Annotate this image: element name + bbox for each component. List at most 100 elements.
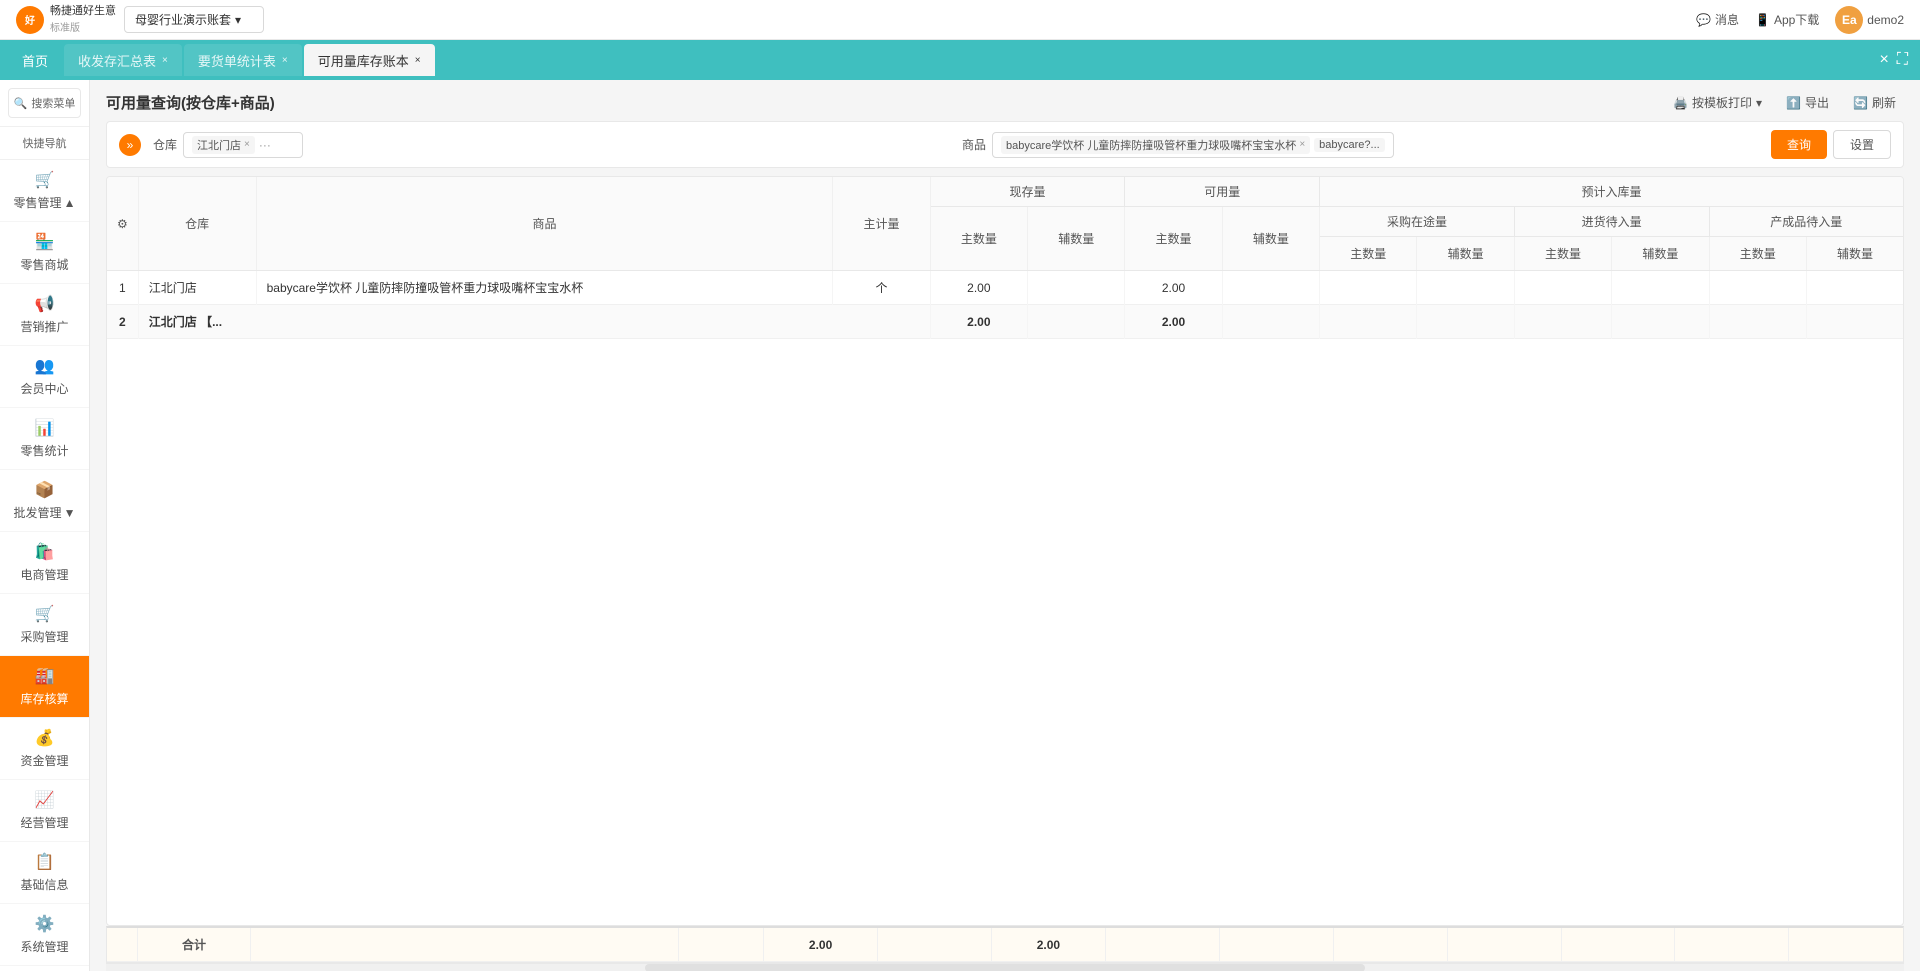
tab-available-close[interactable]: × (415, 55, 421, 66)
refresh-button[interactable]: 🔄 刷新 (1845, 90, 1904, 115)
sidebar-item-operations[interactable]: 📈 经营管理 (0, 780, 89, 842)
retail-mgmt-arrow: ▲ (64, 196, 76, 210)
subtotal-procurement-main (1320, 305, 1417, 339)
row-incoming-main (1514, 271, 1611, 305)
app-download-button[interactable]: 📱 App下载 (1755, 11, 1819, 28)
product-tag-1-close[interactable]: × (1299, 139, 1305, 150)
sidebar-item-retail-mgmt[interactable]: 🛒 零售管理 ▲ (0, 160, 89, 222)
sidebar-item-marketing[interactable]: 📢 营销推广 (0, 284, 89, 346)
product-tag-container[interactable]: babycare学饮杯 儿童防摔防撞吸管杯重力球吸嘴杯宝宝水杯 × babyca… (992, 132, 1394, 158)
filter-expand-button[interactable]: » (119, 134, 141, 156)
sidebar-item-ecommerce[interactable]: 🛍️ 电商管理 (0, 532, 89, 594)
content-header: 可用量查询(按仓库+商品) 🖨️ 按模板打印 ▾ ⬆️ 导出 🔄 刷新 (90, 80, 1920, 121)
sidebar-item-system[interactable]: ⚙️ 系统管理 (0, 904, 89, 966)
print-template-button[interactable]: 🖨️ 按模板打印 ▾ (1665, 90, 1770, 115)
search-menu-label: 搜索菜单 (31, 95, 75, 111)
industry-label: 母婴行业演示账套 (135, 11, 231, 28)
total-proc-main (1219, 928, 1333, 962)
product-tag-2: babycare?... (1314, 138, 1385, 152)
sidebar: 🔍 搜索菜单 快捷导航 🛒 零售管理 ▲ 🏪 零售商城 📢 营销推广 👥 会员中… (0, 80, 90, 971)
setting-button[interactable]: 设置 (1833, 130, 1891, 159)
subtotal-warehouse: 江北门店 【... (138, 305, 930, 339)
tab-home[interactable]: 首页 (8, 44, 62, 76)
tab-receive-close[interactable]: × (162, 55, 168, 66)
quick-nav-label: 快捷导航 (23, 138, 67, 150)
message-button[interactable]: 💬 消息 (1696, 11, 1739, 28)
expand-icon: » (127, 138, 134, 152)
tab-available[interactable]: 可用量库存账本 × (304, 44, 435, 76)
filter-actions: 查询 设置 (1771, 130, 1891, 159)
retail-store-label: 零售商城 (20, 256, 68, 273)
sidebar-item-retail-stats[interactable]: 📊 零售统计 (0, 408, 89, 470)
export-button[interactable]: ⬆️ 导出 (1778, 90, 1837, 115)
product-tag-1: babycare学饮杯 儿童防摔防撞吸管杯重力球吸嘴杯宝宝水杯 × (1001, 136, 1310, 154)
th-finished-main: 主数量 (1709, 237, 1806, 271)
total-fin-main (1675, 928, 1789, 962)
sidebar-item-batch-mgmt[interactable]: 📦 批发管理 ▼ (0, 470, 89, 532)
marketing-label: 营销推广 (20, 318, 68, 335)
row-finished-aux (1806, 271, 1903, 305)
tab-order-close[interactable]: × (282, 55, 288, 66)
basic-info-icon: 📋 (35, 852, 55, 872)
message-label: 消息 (1715, 11, 1739, 28)
th-current-main: 主数量 (930, 207, 1027, 271)
th-settings[interactable]: ⚙ (107, 177, 138, 271)
inventory-table: ⚙ 仓库 商品 主计量 现存量 可用量 预计入库量 主数量 辅数量 主数量 辅数… (107, 177, 1903, 339)
sidebar-item-inventory[interactable]: 🏭 库存核算 (0, 656, 89, 718)
th-procurement: 采购在途量 (1320, 207, 1515, 237)
user-area[interactable]: Ea demo2 (1835, 6, 1904, 34)
scroll-thumb[interactable] (645, 964, 1364, 971)
tab-receive-label: 收发存汇总表 (78, 51, 156, 70)
total-inc-main (1447, 928, 1561, 962)
nav-tabs: 首页 收发存汇总表 × 要货单统计表 × 可用量库存账本 × × ⛶ (0, 40, 1920, 80)
total-row: 合计 2.00 2.00 (107, 928, 1903, 962)
row-procurement-aux (1417, 271, 1514, 305)
query-button[interactable]: 查询 (1771, 130, 1827, 159)
total-empty-1 (107, 928, 137, 962)
sidebar-item-retail-store[interactable]: 🏪 零售商城 (0, 222, 89, 284)
th-warehouse: 仓库 (138, 177, 256, 271)
member-center-label: 会员中心 (20, 380, 68, 397)
th-procurement-aux: 辅数量 (1417, 237, 1514, 271)
ecommerce-label: 电商管理 (20, 566, 68, 583)
nav-tab-controls: × ⛶ (1879, 51, 1920, 69)
search-menu-button[interactable]: 🔍 搜索菜单 (8, 88, 81, 118)
tab-receive[interactable]: 收发存汇总表 × (64, 44, 182, 76)
fullscreen-button[interactable]: ⛶ (1897, 51, 1908, 69)
close-all-button[interactable]: × (1879, 51, 1888, 69)
dropdown-icon: ▾ (235, 13, 241, 27)
subtotal-available-aux (1222, 305, 1319, 339)
ecommerce-icon: 🛍️ (35, 542, 55, 562)
total-product-empty (251, 928, 678, 962)
sidebar-item-finance[interactable]: 💰 资金管理 (0, 718, 89, 780)
refresh-label: 刷新 (1872, 94, 1896, 111)
warehouse-tag-container[interactable]: 江北门店 × ··· (183, 132, 303, 158)
warehouse-tag-close[interactable]: × (244, 139, 250, 150)
row-available-main: 2.00 (1125, 271, 1222, 305)
sidebar-item-basic-info[interactable]: 📋 基础信息 (0, 842, 89, 904)
sidebar-quick-nav[interactable]: 快捷导航 (0, 127, 89, 160)
print-icon: 🖨️ (1673, 96, 1688, 110)
phone-icon: 📱 (1755, 13, 1770, 27)
th-current-stock: 现存量 (930, 177, 1125, 207)
batch-mgmt-label: 批发管理 (14, 504, 62, 521)
sidebar-item-enterprise[interactable]: 🤝 企业协同 (0, 966, 89, 971)
subtotal-incoming-main (1514, 305, 1611, 339)
retail-stats-label: 零售统计 (20, 442, 68, 459)
row-product: babycare学饮杯 儿童防摔防撞吸管杯重力球吸嘴杯宝宝水杯 (256, 271, 833, 305)
export-icon: ⬆️ (1786, 96, 1801, 110)
sidebar-item-member-center[interactable]: 👥 会员中心 (0, 346, 89, 408)
total-label: 合计 (137, 928, 251, 962)
row-current-main: 2.00 (930, 271, 1027, 305)
retail-store-icon: 🏪 (35, 232, 55, 252)
th-available-aux: 辅数量 (1222, 207, 1319, 271)
total-current-main: 2.00 (764, 928, 878, 962)
message-icon: 💬 (1696, 13, 1711, 27)
table-row: 1 江北门店 babycare学饮杯 儿童防摔防撞吸管杯重力球吸嘴杯宝宝水杯 个… (107, 271, 1903, 305)
industry-selector[interactable]: 母婴行业演示账套 ▾ (124, 6, 264, 33)
tab-order[interactable]: 要货单统计表 × (184, 44, 302, 76)
horizontal-scrollbar[interactable] (106, 963, 1904, 971)
print-dropdown-icon: ▾ (1756, 96, 1762, 110)
print-template-label: 按模板打印 (1692, 94, 1752, 111)
sidebar-item-purchase[interactable]: 🛒 采购管理 (0, 594, 89, 656)
